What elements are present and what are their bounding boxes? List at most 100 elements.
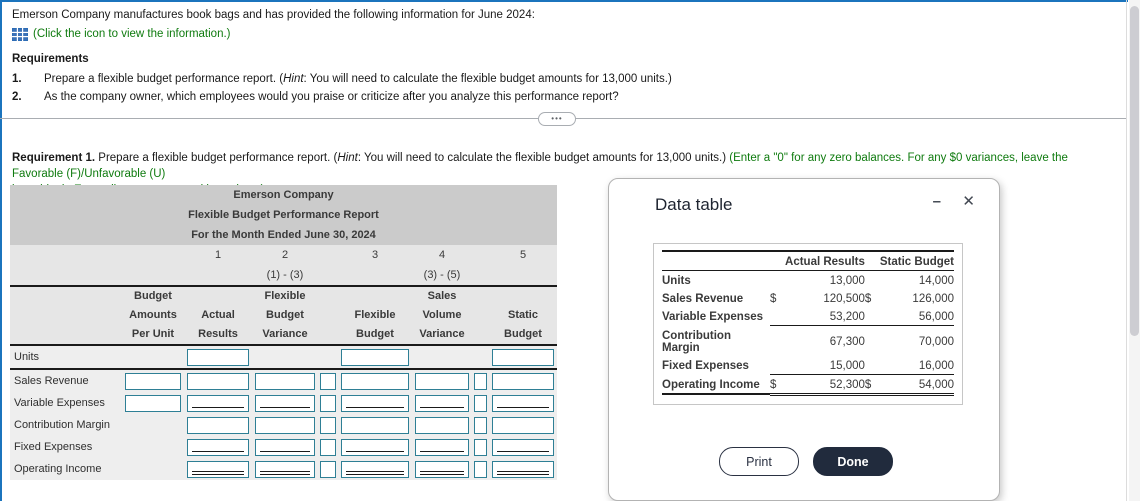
- fixed-expenses-flexible-budget-input[interactable]: [341, 438, 409, 456]
- report-row-contribution-margin: Contribution Margin: [10, 414, 557, 436]
- fixed-expenses-sales-volume-variance-input[interactable]: [415, 438, 469, 456]
- report-row-variable-expenses: Variable Expenses: [10, 392, 557, 414]
- header-budget-per-unit: Budget Amounts Per Unit: [129, 290, 177, 340]
- scrollbar-thumb[interactable]: [1130, 6, 1139, 336]
- vertical-scrollbar[interactable]: [1129, 0, 1140, 501]
- sales-revenue-flexible-budget-input[interactable]: [341, 372, 409, 390]
- col-number-3: 3: [371, 249, 379, 261]
- data-table-dialog: Data table – ✕ Actual Results Static Bud…: [608, 178, 1000, 501]
- contribution-margin-flexible-budget-variance-input[interactable]: [255, 416, 315, 434]
- requirement-item-2: 2. As the company owner, which employees…: [12, 90, 1112, 105]
- sales-revenue-flexible-budget-variance-input[interactable]: [255, 372, 315, 390]
- variable-expenses-fbv-fu-input[interactable]: [320, 394, 336, 412]
- data-table: Actual Results Static Budget Units 13,00…: [662, 250, 954, 396]
- header-actual-results: Actual Results: [198, 309, 238, 340]
- report-period: For the Month Ended June 30, 2024: [191, 229, 376, 241]
- contribution-margin-flexible-budget-input[interactable]: [341, 416, 409, 434]
- report-row-operating-income: Operating Income: [10, 458, 557, 480]
- row-label-units: Units: [14, 351, 40, 363]
- data-table-header-row: Actual Results Static Budget: [662, 250, 954, 271]
- done-button[interactable]: Done: [813, 447, 893, 476]
- data-row-sales-revenue: Sales Revenue $ 120,500 $ 126,000: [662, 293, 954, 305]
- header-sales-volume-variance: Sales Volume Variance: [419, 290, 465, 340]
- requirement-1-number: 1.: [12, 73, 22, 85]
- content-right-border: [1126, 0, 1127, 501]
- intro-text: Emerson Company manufactures book bags a…: [12, 9, 535, 21]
- contribution-margin-static-budget-input[interactable]: [492, 416, 554, 434]
- dialog-title: Data table: [655, 195, 733, 214]
- operating-income-sales-volume-variance-input[interactable]: [415, 460, 469, 478]
- header-flexible-budget-variance: Flexible Budget Variance: [262, 290, 308, 340]
- sales-revenue-actual-results-input[interactable]: [187, 372, 249, 390]
- report-body: Units Sales Revenue Variable Expenses Co…: [10, 346, 557, 480]
- units-flexible-budget-input[interactable]: [341, 348, 409, 366]
- operating-income-svv-fu-input[interactable]: [474, 460, 487, 478]
- data-row-variable-expenses: Variable Expenses 53,200 56,000: [662, 307, 954, 326]
- report-title: Flexible Budget Performance Report: [188, 209, 379, 221]
- requirement-2-number: 2.: [12, 91, 22, 103]
- units-static-budget-input[interactable]: [492, 348, 554, 366]
- contribution-margin-sales-volume-variance-input[interactable]: [415, 416, 469, 434]
- requirement-item-1: 1. Prepare a flexible budget performance…: [12, 72, 1112, 87]
- variable-expenses-budget-per-unit-input[interactable]: [125, 394, 181, 412]
- fixed-expenses-flexible-budget-variance-input[interactable]: [255, 438, 315, 456]
- column-numbers-band: 1 2 3 4 5 (1) - (3) (3) - (5): [10, 245, 557, 285]
- report-row-units: Units: [10, 346, 557, 370]
- row-label-fixed-expenses: Fixed Expenses: [14, 441, 93, 453]
- print-button[interactable]: Print: [719, 447, 799, 476]
- fixed-expenses-svv-fu-input[interactable]: [474, 438, 487, 456]
- col-number-1: 1: [214, 249, 222, 261]
- data-table-icon[interactable]: [12, 28, 28, 41]
- contribution-margin-fbv-fu-input[interactable]: [320, 416, 336, 434]
- sales-revenue-sales-volume-variance-input[interactable]: [415, 372, 469, 390]
- operating-income-fbv-fu-input[interactable]: [320, 460, 336, 478]
- column-headers-band: Budget Amounts Per Unit Actual Results Flex…: [10, 285, 557, 346]
- contribution-margin-svv-fu-input[interactable]: [474, 416, 487, 434]
- col-formula-1-3: (1) - (3): [266, 269, 304, 281]
- variable-expenses-flexible-budget-variance-input[interactable]: [255, 394, 315, 412]
- problem-statement: Emerson Company manufactures book bags a…: [12, 8, 1112, 108]
- row-label-contribution-margin: Contribution Margin: [14, 419, 110, 431]
- operating-income-actual-results-input[interactable]: [187, 460, 249, 478]
- left-accent-line: [0, 0, 2, 501]
- variable-expenses-flexible-budget-input[interactable]: [341, 394, 409, 412]
- units-actual-results-input[interactable]: [187, 348, 249, 366]
- row-label-sales-revenue: Sales Revenue: [14, 375, 89, 387]
- sales-revenue-static-budget-input[interactable]: [492, 372, 554, 390]
- row-label-operating-income: Operating Income: [14, 463, 102, 475]
- col-number-4: 4: [438, 249, 446, 261]
- operating-income-flexible-budget-input[interactable]: [341, 460, 409, 478]
- variable-expenses-actual-results-input[interactable]: [187, 394, 249, 412]
- header-static-budget: Static Budget: [504, 309, 542, 340]
- col-number-2: 2: [281, 249, 289, 261]
- operating-income-flexible-budget-variance-input[interactable]: [255, 460, 315, 478]
- header-static-budget: Static Budget: [878, 250, 954, 271]
- fixed-expenses-static-budget-input[interactable]: [492, 438, 554, 456]
- report-row-sales-revenue: Sales Revenue: [10, 370, 557, 392]
- minimize-icon[interactable]: –: [933, 193, 941, 210]
- contribution-margin-actual-results-input[interactable]: [187, 416, 249, 434]
- sales-revenue-budget-per-unit-input[interactable]: [125, 372, 181, 390]
- performance-report-table: Emerson Company Flexible Budget Performa…: [10, 185, 557, 480]
- fixed-expenses-actual-results-input[interactable]: [187, 438, 249, 456]
- col-number-5: 5: [519, 249, 527, 261]
- report-row-fixed-expenses: Fixed Expenses: [10, 436, 557, 458]
- row-label-variable-expenses: Variable Expenses: [14, 397, 105, 409]
- sales-revenue-svv-fu-input[interactable]: [474, 372, 487, 390]
- top-accent-line: [0, 0, 1128, 2]
- data-row-contribution-margin: Contribution Margin 67,300 70,000: [662, 329, 954, 354]
- data-row-operating-income: Operating Income $ 52,300 $ 54,000: [662, 374, 954, 396]
- variable-expenses-static-budget-input[interactable]: [492, 394, 554, 412]
- close-icon[interactable]: ✕: [962, 192, 975, 210]
- divider-expander-handle[interactable]: •••: [538, 112, 576, 126]
- report-company-name: Emerson Company: [233, 189, 334, 201]
- data-row-fixed-expenses: Fixed Expenses 15,000 16,000: [662, 355, 954, 375]
- exercise-page: Emerson Company manufactures book bags a…: [0, 0, 1140, 501]
- fixed-expenses-fbv-fu-input[interactable]: [320, 438, 336, 456]
- sales-revenue-fbv-fu-input[interactable]: [320, 372, 336, 390]
- requirement-1-text: Prepare a flexible budget performance re…: [44, 73, 672, 85]
- ellipsis-icon: •••: [551, 114, 563, 123]
- variable-expenses-svv-fu-input[interactable]: [474, 394, 487, 412]
- operating-income-static-budget-input[interactable]: [492, 460, 554, 478]
- variable-expenses-sales-volume-variance-input[interactable]: [415, 394, 469, 412]
